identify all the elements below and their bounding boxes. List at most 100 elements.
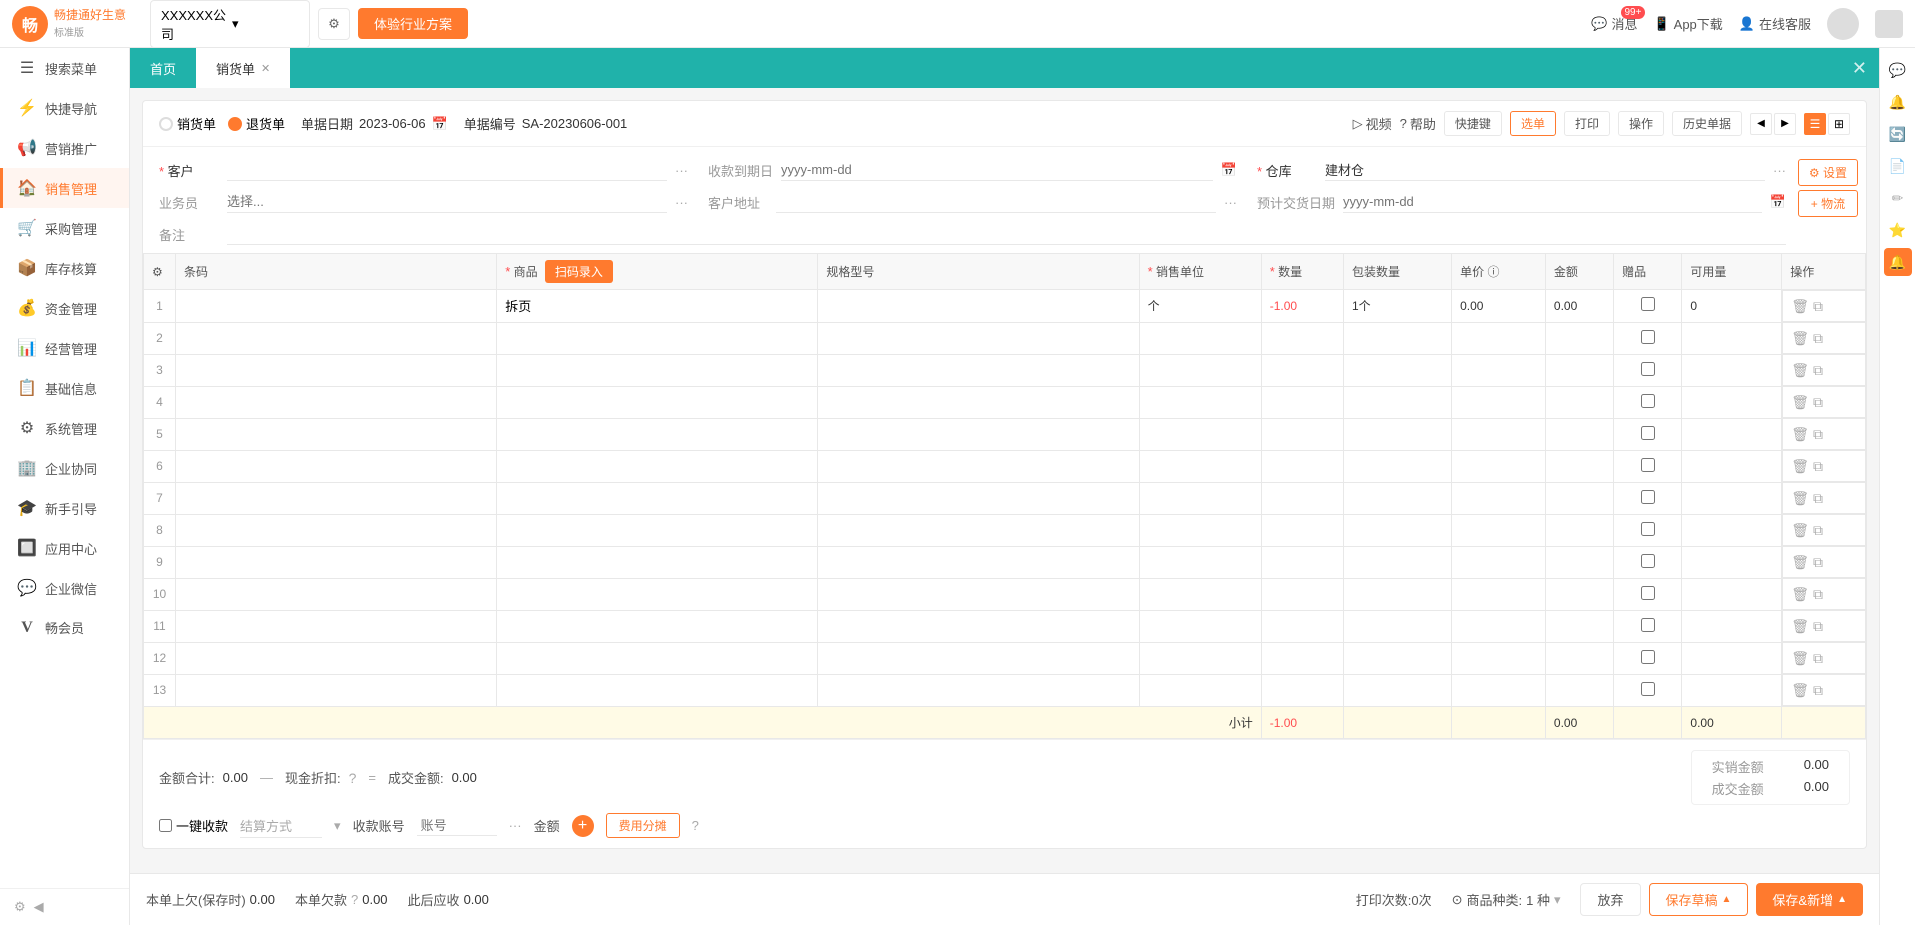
copy-row-btn[interactable]: ⧉ — [1813, 330, 1823, 347]
delete-row-btn[interactable]: 🗑 — [1791, 458, 1809, 475]
cell-unit[interactable] — [1139, 674, 1261, 707]
cell-price[interactable]: 0.00 — [1452, 290, 1546, 323]
user-avatar[interactable] — [1827, 8, 1859, 40]
sidebar-item-search[interactable]: ☰ 搜索菜单 — [0, 48, 129, 88]
cell-barcode[interactable] — [176, 642, 497, 674]
sidebar-item-marketing[interactable]: 📢 营销推广 — [0, 128, 129, 168]
cell-gift[interactable] — [1614, 578, 1682, 610]
cell-gift[interactable] — [1614, 450, 1682, 482]
history-btn[interactable]: 历史单据 — [1672, 111, 1742, 136]
video-link[interactable]: ▷ 视频 — [1353, 114, 1392, 133]
total-owe-help[interactable]: ? — [351, 892, 358, 907]
cell-price[interactable] — [1452, 386, 1546, 418]
message-button[interactable]: 💬 消息 99+ — [1591, 14, 1637, 33]
cell-unit[interactable] — [1139, 642, 1261, 674]
tab-sales-order[interactable]: 销货单 ✕ — [196, 48, 290, 88]
cell-spec[interactable] — [818, 418, 1139, 450]
copy-row-btn[interactable]: ⧉ — [1813, 426, 1823, 443]
account-selector[interactable]: ··· — [509, 818, 522, 833]
customer-input[interactable] — [227, 159, 667, 181]
list-view-btn[interactable]: ☰ — [1804, 113, 1826, 135]
cell-qty[interactable] — [1261, 418, 1343, 450]
due-date-input[interactable] — [781, 159, 1213, 181]
sidebar-item-purchase[interactable]: 🛒 采购管理 — [0, 208, 129, 248]
copy-row-btn[interactable]: ⧉ — [1813, 618, 1823, 635]
cell-amount[interactable] — [1545, 610, 1613, 642]
cell-amount[interactable] — [1545, 578, 1613, 610]
cell-product[interactable] — [497, 642, 818, 674]
cell-qty[interactable] — [1261, 450, 1343, 482]
cell-pkg-qty[interactable] — [1343, 546, 1451, 578]
scan-button[interactable]: 扫码录入 — [545, 260, 613, 283]
cell-barcode[interactable] — [176, 322, 497, 354]
delete-row-btn[interactable]: 🗑 — [1791, 298, 1809, 315]
cell-gift[interactable] — [1614, 642, 1682, 674]
abandon-button[interactable]: 放弃 — [1580, 883, 1640, 916]
cell-amount[interactable] — [1545, 418, 1613, 450]
cell-price[interactable] — [1452, 418, 1546, 450]
app-download-button[interactable]: 📱 App下载 — [1653, 14, 1722, 33]
copy-row-btn[interactable]: ⧉ — [1813, 362, 1823, 379]
operations-btn[interactable]: 操作 — [1618, 111, 1664, 136]
cell-gift[interactable] — [1614, 354, 1682, 386]
add-payment-button[interactable]: + — [572, 815, 594, 837]
cell-product[interactable] — [497, 578, 818, 610]
delete-row-btn[interactable]: 🗑 — [1791, 554, 1809, 571]
cell-pkg-qty[interactable] — [1343, 450, 1451, 482]
cell-barcode[interactable] — [176, 418, 497, 450]
salesman-selector-icon[interactable]: ··· — [675, 195, 688, 210]
cell-unit[interactable] — [1139, 482, 1261, 514]
cell-barcode[interactable] — [176, 354, 497, 386]
cell-pkg-qty[interactable] — [1343, 674, 1451, 707]
delete-row-btn[interactable]: 🗑 — [1791, 586, 1809, 603]
cell-gift[interactable] — [1614, 514, 1682, 546]
cell-price[interactable] — [1452, 450, 1546, 482]
cell-price[interactable] — [1452, 674, 1546, 707]
cell-gift[interactable] — [1614, 290, 1682, 323]
sidebar-collapse-icon[interactable]: ◀ — [34, 899, 44, 915]
sidebar-item-basic[interactable]: 📋 基础信息 — [0, 368, 129, 408]
cell-amount[interactable]: 0.00 — [1545, 290, 1613, 323]
cell-unit[interactable]: 个 — [1139, 290, 1261, 323]
sidebar-item-shortcut[interactable]: ⚡ 快捷导航 — [0, 88, 129, 128]
sidebar-item-cooperation[interactable]: 🏢 企业协同 — [0, 448, 129, 488]
cell-pkg-qty[interactable] — [1343, 354, 1451, 386]
sidebar-item-operations[interactable]: 📊 经营管理 — [0, 328, 129, 368]
user-menu[interactable] — [1875, 10, 1903, 38]
cell-unit[interactable] — [1139, 610, 1261, 642]
copy-row-btn[interactable]: ⧉ — [1813, 394, 1823, 411]
trial-button[interactable]: 体验行业方案 — [358, 8, 468, 39]
cell-qty[interactable] — [1261, 674, 1343, 707]
cell-product[interactable] — [497, 514, 818, 546]
cell-barcode[interactable] — [176, 514, 497, 546]
cell-qty[interactable] — [1261, 610, 1343, 642]
col-settings[interactable]: ⚙ — [144, 254, 176, 290]
delete-row-btn[interactable]: 🗑 — [1791, 650, 1809, 667]
address-selector-icon[interactable]: ··· — [1224, 195, 1237, 210]
cell-pkg-qty[interactable] — [1343, 482, 1451, 514]
payment-checkbox[interactable] — [159, 819, 172, 832]
calendar-icon[interactable]: 📅 — [432, 116, 448, 132]
cell-amount[interactable] — [1545, 322, 1613, 354]
delete-row-btn[interactable]: 🗑 — [1791, 330, 1809, 347]
prev-record[interactable]: ◀ — [1750, 113, 1772, 135]
cell-qty[interactable] — [1261, 482, 1343, 514]
rs-doc-btn[interactable]: 📄 — [1884, 152, 1912, 180]
cell-product[interactable] — [497, 418, 818, 450]
cell-barcode[interactable] — [176, 578, 497, 610]
cell-pkg-qty[interactable]: 1个 — [1343, 290, 1451, 323]
cell-amount[interactable] — [1545, 514, 1613, 546]
next-record[interactable]: ▶ — [1774, 113, 1796, 135]
cell-amount[interactable] — [1545, 546, 1613, 578]
sidebar-item-sales[interactable]: 🏠 销售管理 — [0, 168, 129, 208]
delete-row-btn[interactable]: 🗑 — [1791, 618, 1809, 635]
print-btn[interactable]: 打印 — [1564, 111, 1610, 136]
cell-unit[interactable] — [1139, 418, 1261, 450]
cell-barcode[interactable] — [176, 450, 497, 482]
copy-row-btn[interactable]: ⧉ — [1813, 490, 1823, 507]
cell-gift[interactable] — [1614, 482, 1682, 514]
cell-gift[interactable] — [1614, 418, 1682, 450]
cell-product[interactable] — [497, 674, 818, 707]
warehouse-selector-icon[interactable]: ··· — [1773, 163, 1786, 178]
rs-orange-btn[interactable]: 🔔 — [1884, 248, 1912, 276]
